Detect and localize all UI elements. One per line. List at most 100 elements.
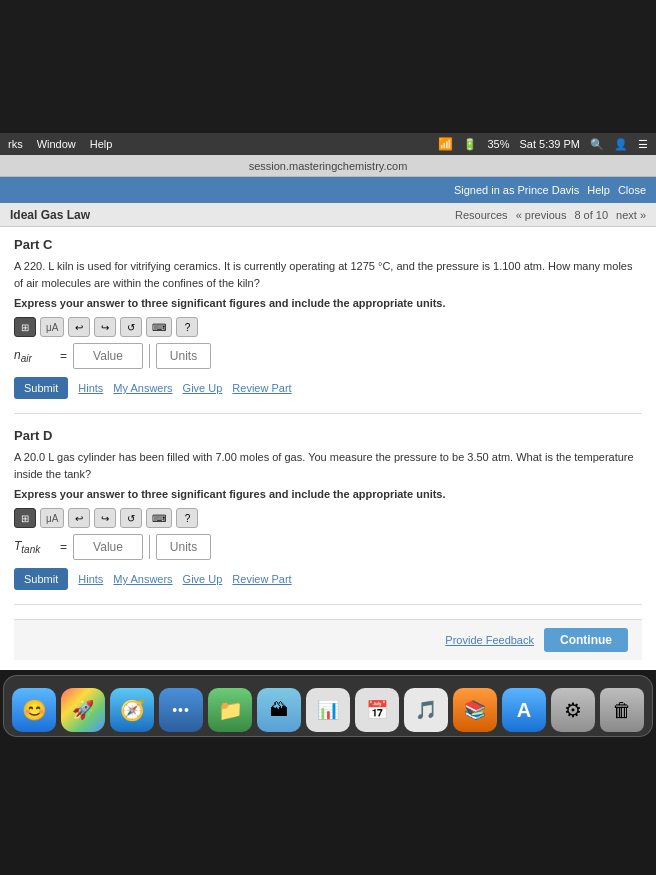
part-d-review-part-button[interactable]: Review Part — [232, 573, 291, 585]
grid-icon-c: ⊞ — [21, 322, 29, 333]
launchpad-icon: 🚀 — [72, 699, 94, 721]
continue-button[interactable]: Continue — [544, 628, 628, 652]
keyboard-button-d[interactable]: ⌨ — [146, 508, 172, 528]
help-button-d[interactable]: ? — [176, 508, 198, 528]
bottom-bar: Provide Feedback Continue — [14, 619, 642, 660]
numbers-icon: 📊 — [317, 699, 339, 721]
site-header-right: Signed in as Prince Davis Help Close — [454, 184, 646, 196]
redo-button-d[interactable]: ↪ — [94, 508, 116, 528]
part-d-toolbar: ⊞ μA ↩ ↪ ↺ ⌨ ? — [14, 508, 642, 528]
dock-finder[interactable]: 😊 — [12, 688, 56, 732]
part-c-answer-row: nair = — [14, 343, 642, 369]
calendar-icon: 📅 — [366, 699, 388, 721]
undo-icon-d: ↩ — [75, 513, 83, 524]
next-link[interactable]: next » — [616, 209, 646, 221]
search-menu-icon[interactable]: 🔍 — [590, 138, 604, 151]
part-d-instruction: Express your answer to three significant… — [14, 488, 642, 500]
part-c-value-input[interactable] — [73, 343, 143, 369]
resources-link[interactable]: Resources — [455, 209, 508, 221]
part-c-title: Part C — [14, 237, 642, 252]
part-d-variable: Ttank — [14, 539, 54, 555]
part-d-hints-button[interactable]: Hints — [78, 573, 103, 585]
signed-in-label: Signed in as Prince Davis — [454, 184, 579, 196]
redo-icon-d: ↪ — [101, 513, 109, 524]
dock-files[interactable]: 📁 — [208, 688, 252, 732]
part-c-review-part-button[interactable]: Review Part — [232, 382, 291, 394]
help-button-c[interactable]: ? — [176, 317, 198, 337]
part-d-divider — [149, 535, 150, 559]
help-icon-d: ? — [185, 513, 191, 524]
menu-item-help[interactable]: Help — [90, 138, 113, 150]
battery-icon: 🔋 — [463, 138, 477, 151]
refresh-icon-c: ↺ — [127, 322, 135, 333]
dock-safari[interactable]: 🧭 — [110, 688, 154, 732]
part-c-equals: = — [60, 349, 67, 363]
provide-feedback-link[interactable]: Provide Feedback — [445, 634, 534, 646]
dock-calendar[interactable]: 📅 — [355, 688, 399, 732]
part-c-give-up-button[interactable]: Give Up — [183, 382, 223, 394]
part-d-answer-row: Ttank = — [14, 534, 642, 560]
refresh-button-c[interactable]: ↺ — [120, 317, 142, 337]
content-area: Part C A 220. L kiln is used for vitrify… — [0, 227, 656, 670]
undo-icon-c: ↩ — [75, 322, 83, 333]
prev-link[interactable]: « previous — [516, 209, 567, 221]
part-c-submit-button[interactable]: Submit — [14, 377, 68, 399]
keyboard-icon-d: ⌨ — [152, 513, 166, 524]
system-icon: ⚙ — [564, 698, 582, 722]
browser-chrome: session.masteringchemistry.com — [0, 155, 656, 177]
dock-trash[interactable]: 🗑 — [600, 688, 644, 732]
desktop-top: rks Window Help 📶 🔋 35% Sat 5:39 PM 🔍 👤 … — [0, 0, 656, 155]
part-c-hints-button[interactable]: Hints — [78, 382, 103, 394]
menu-item-window[interactable]: Window — [37, 138, 76, 150]
dock-numbers[interactable]: 📊 — [306, 688, 350, 732]
part-d-give-up-button[interactable]: Give Up — [183, 573, 223, 585]
part-c-instruction: Express your answer to three significant… — [14, 297, 642, 309]
keyboard-icon-c: ⌨ — [152, 322, 166, 333]
mu-label-d: μA — [46, 513, 58, 524]
dock-launchpad[interactable]: 🚀 — [61, 688, 105, 732]
grid-icon-d: ⊞ — [21, 513, 29, 524]
redo-button-c[interactable]: ↪ — [94, 317, 116, 337]
help-link[interactable]: Help — [587, 184, 610, 196]
part-d-units-input[interactable] — [156, 534, 211, 560]
undo-button-d[interactable]: ↩ — [68, 508, 90, 528]
url-bar[interactable]: session.masteringchemistry.com — [249, 160, 408, 172]
dock-system[interactable]: ⚙ — [551, 688, 595, 732]
redo-icon-c: ↪ — [101, 322, 109, 333]
refresh-button-d[interactable]: ↺ — [120, 508, 142, 528]
books-icon: 📚 — [464, 699, 486, 721]
dock-photos[interactable]: 🏔 — [257, 688, 301, 732]
mu-button-d[interactable]: μA — [40, 508, 64, 528]
part-d-title: Part D — [14, 428, 642, 443]
part-c-units-input[interactable] — [156, 343, 211, 369]
part-d-description: A 20.0 L gas cylinder has been filled wi… — [14, 449, 642, 482]
dock-appstore[interactable]: A — [502, 688, 546, 732]
menu-lines-icon[interactable]: ☰ — [638, 138, 648, 151]
undo-button-c[interactable]: ↩ — [68, 317, 90, 337]
part-d-submit-button[interactable]: Submit — [14, 568, 68, 590]
part-d-my-answers-button[interactable]: My Answers — [113, 573, 172, 585]
grid-button-d[interactable]: ⊞ — [14, 508, 36, 528]
menu-item-rks[interactable]: rks — [8, 138, 23, 150]
dock-books[interactable]: 📚 — [453, 688, 497, 732]
part-d-value-input[interactable] — [73, 534, 143, 560]
safari-icon: 🧭 — [120, 698, 145, 722]
part-c-section: Part C A 220. L kiln is used for vitrify… — [14, 237, 642, 414]
keyboard-button-c[interactable]: ⌨ — [146, 317, 172, 337]
part-d-action-row: Submit Hints My Answers Give Up Review P… — [14, 568, 642, 590]
dock-dots[interactable]: ••• — [159, 688, 203, 732]
close-link[interactable]: Close — [618, 184, 646, 196]
part-c-action-row: Submit Hints My Answers Give Up Review P… — [14, 377, 642, 399]
part-c-variable: nair — [14, 348, 54, 364]
menu-bar-right: 📶 🔋 35% Sat 5:39 PM 🔍 👤 ☰ — [438, 137, 648, 151]
grid-button-c[interactable]: ⊞ — [14, 317, 36, 337]
part-c-my-answers-button[interactable]: My Answers — [113, 382, 172, 394]
mu-button-c[interactable]: μA — [40, 317, 64, 337]
clock: Sat 5:39 PM — [519, 138, 580, 150]
part-d-section: Part D A 20.0 L gas cylinder has been fi… — [14, 428, 642, 605]
dock-music[interactable]: 🎵 — [404, 688, 448, 732]
page-header: Ideal Gas Law Resources « previous 8 of … — [0, 203, 656, 227]
refresh-icon-d: ↺ — [127, 513, 135, 524]
part-c-toolbar: ⊞ μA ↩ ↪ ↺ ⌨ ? — [14, 317, 642, 337]
person-icon[interactable]: 👤 — [614, 138, 628, 151]
